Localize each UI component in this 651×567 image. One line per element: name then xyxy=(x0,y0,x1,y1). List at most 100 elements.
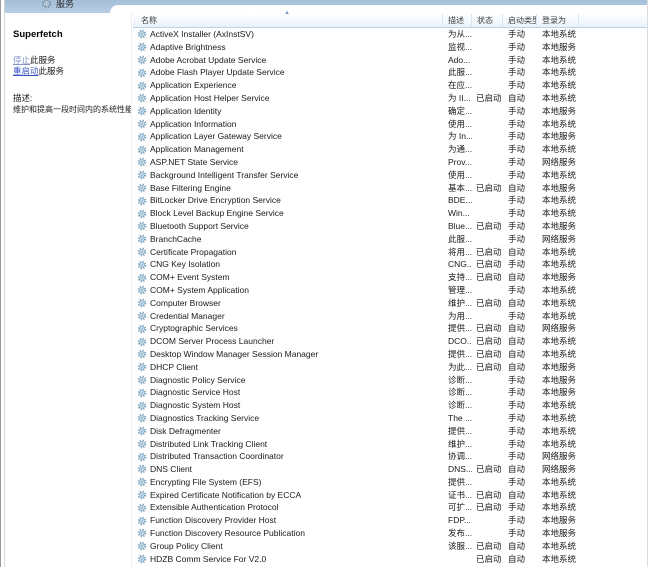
service-description: DNS... xyxy=(448,464,472,475)
service-row[interactable]: ActiveX Installer (AxInstSV) 为从... 手动 本地… xyxy=(133,28,647,41)
service-row[interactable]: Disk Defragmenter 提供... 手动 本地系统 xyxy=(133,425,647,438)
service-status: 已启动 xyxy=(476,336,502,347)
service-row[interactable]: Application Identity 确定... 手动 本地服务 xyxy=(133,105,647,118)
service-row[interactable]: Cryptographic Services 提供... 已启动 自动 网络服务 xyxy=(133,322,647,335)
service-row[interactable]: Background Intelligent Transfer Service … xyxy=(133,169,647,182)
service-row[interactable]: Diagnostics Tracking Service The ... 手动 … xyxy=(133,412,647,425)
service-gear-icon xyxy=(137,29,147,39)
service-description: Win... xyxy=(448,208,470,219)
service-row[interactable]: ASP.NET State Service Prov... 手动 网络服务 xyxy=(133,156,647,169)
service-gear-icon xyxy=(137,554,147,564)
service-startup-type: 手动 xyxy=(508,502,526,513)
service-row[interactable]: Function Discovery Provider Host FDP... … xyxy=(133,514,647,527)
service-row[interactable]: Distributed Transaction Coordinator 协调..… xyxy=(133,450,647,463)
column-header-status[interactable]: 状态 xyxy=(472,14,503,27)
service-startup-type: 手动 xyxy=(508,528,526,539)
service-gear-icon xyxy=(137,157,147,167)
service-startup-type: 手动 xyxy=(508,438,526,449)
service-status xyxy=(472,310,503,323)
service-logon-as: 本地系统 xyxy=(542,438,577,449)
pane-right-border xyxy=(647,0,648,567)
service-name: Encrypting File System (EFS) xyxy=(150,476,262,487)
service-row[interactable]: Certificate Propagation 将用... 已启动 自动 本地系… xyxy=(133,246,647,259)
column-header-logon-as[interactable]: 登录为 xyxy=(537,14,579,27)
service-row[interactable]: CNG Key Isolation CNG... 已启动 手动 本地系统 xyxy=(133,258,647,271)
service-status xyxy=(472,233,503,246)
service-row[interactable]: Application Management 为通... 手动 本地系统 xyxy=(133,143,647,156)
service-description: 证书... xyxy=(448,489,472,500)
service-startup-type: 自动 xyxy=(508,92,526,103)
service-description: 维护... xyxy=(448,438,472,449)
service-description: 提供... xyxy=(448,348,472,359)
service-row[interactable]: COM+ Event System 支持... 已启动 自动 本地服务 xyxy=(133,271,647,284)
service-startup-type: 自动 xyxy=(508,348,526,359)
service-row[interactable]: DNS Client DNS... 已启动 自动 网络服务 xyxy=(133,463,647,476)
service-status: 已启动 xyxy=(476,361,502,372)
service-description: 诊断... xyxy=(448,374,472,385)
column-header-startup-type[interactable]: 启动类型 xyxy=(503,14,537,27)
service-row[interactable]: Adaptive Brightness 监视... 手动 本地服务 xyxy=(133,41,647,54)
service-row[interactable]: Encrypting File System (EFS) 提供... 手动 本地… xyxy=(133,476,647,489)
service-status xyxy=(472,284,503,297)
service-row[interactable]: Application Host Helper Service 为 II... … xyxy=(133,92,647,105)
service-row[interactable]: Bluetooth Support Service Blue... 已启动 手动… xyxy=(133,220,647,233)
service-row[interactable]: Group Policy Client 该服... 已启动 自动 本地系统 xyxy=(133,540,647,553)
service-row[interactable]: Diagnostic System Host 诊断... 手动 本地系统 xyxy=(133,399,647,412)
service-row[interactable]: HDZB Comm Service For V2.0 已启动 自动 本地系统 xyxy=(133,553,647,566)
service-row[interactable]: Diagnostic Policy Service 诊断... 手动 本地服务 xyxy=(133,374,647,387)
service-name: Application Identity xyxy=(150,105,222,116)
sort-ascending-icon: ▲ xyxy=(284,10,290,16)
service-status xyxy=(472,105,503,118)
service-row[interactable]: Application Information 使用... 手动 本地系统 xyxy=(133,118,647,131)
service-row[interactable]: Computer Browser 维护... 已启动 自动 本地系统 xyxy=(133,297,647,310)
service-logon-as: 本地系统 xyxy=(542,540,577,551)
service-row[interactable]: BitLocker Drive Encryption Service BDE..… xyxy=(133,194,647,207)
service-row[interactable]: Application Layer Gateway Service 为 In..… xyxy=(133,130,647,143)
service-row[interactable]: Extensible Authentication Protocol 可扩...… xyxy=(133,501,647,514)
service-row[interactable]: Block Level Backup Engine Service Win...… xyxy=(133,207,647,220)
service-row[interactable]: Application Experience 在应... 手动 本地系统 xyxy=(133,79,647,92)
service-gear-icon xyxy=(137,477,147,487)
service-row[interactable]: COM+ System Application 管理... 手动 本地系统 xyxy=(133,284,647,297)
service-description: 在应... xyxy=(448,80,472,91)
service-description: 可扩... xyxy=(448,502,472,513)
service-startup-type: 自动 xyxy=(508,297,526,308)
service-startup-type: 手动 xyxy=(508,412,526,423)
service-name: Disk Defragmenter xyxy=(150,425,221,436)
service-logon-as: 本地系统 xyxy=(542,400,577,411)
stop-service-link[interactable]: 停止 xyxy=(13,55,30,65)
service-gear-icon xyxy=(137,426,147,436)
service-row[interactable]: Base Filtering Engine 基本... 已启动 自动 本地服务 xyxy=(133,182,647,195)
service-status xyxy=(472,194,503,207)
service-startup-type: 手动 xyxy=(508,67,526,78)
restart-service-link[interactable]: 重启动 xyxy=(13,66,39,76)
column-header-description[interactable]: 描述 xyxy=(443,14,472,27)
service-row[interactable]: BranchCache 此服... 手动 网络服务 xyxy=(133,233,647,246)
service-description: 维护... xyxy=(448,297,472,308)
service-status: 已启动 xyxy=(476,246,502,257)
service-row[interactable]: Adobe Acrobat Update Service Ado... 手动 本… xyxy=(133,54,647,67)
tree-item-services[interactable]: 服务 xyxy=(41,0,74,11)
service-status xyxy=(472,41,503,54)
service-description: 为用... xyxy=(448,310,472,321)
service-row[interactable]: Function Discovery Resource Publication … xyxy=(133,527,647,540)
service-name: Application Management xyxy=(150,144,244,155)
service-row[interactable]: Desktop Window Manager Session Manager 提… xyxy=(133,348,647,361)
service-row[interactable]: Credential Manager 为用... 手动 本地系统 xyxy=(133,310,647,323)
service-row[interactable]: DHCP Client 为此... 已启动 自动 本地服务 xyxy=(133,361,647,374)
service-status xyxy=(472,28,503,41)
service-gear-icon xyxy=(137,375,147,385)
service-row[interactable]: Expired Certificate Notification by ECCA… xyxy=(133,489,647,502)
service-row[interactable]: Diagnostic Service Host 诊断... 手动 本地服务 xyxy=(133,386,647,399)
service-row[interactable]: DCOM Server Process Launcher DCO... 已启动 … xyxy=(133,335,647,348)
service-name: Application Information xyxy=(150,118,237,129)
service-logon-as: 本地服务 xyxy=(542,528,577,539)
service-row[interactable]: Distributed Link Tracking Client 维护... 手… xyxy=(133,438,647,451)
service-status: 已启动 xyxy=(476,220,502,231)
service-gear-icon xyxy=(137,119,147,129)
service-status: 已启动 xyxy=(476,297,502,308)
service-row[interactable]: Adobe Flash Player Update Service 此服... … xyxy=(133,66,647,79)
services-gear-icon xyxy=(41,0,52,9)
service-status xyxy=(472,412,503,425)
service-name: HDZB Comm Service For V2.0 xyxy=(150,553,267,564)
